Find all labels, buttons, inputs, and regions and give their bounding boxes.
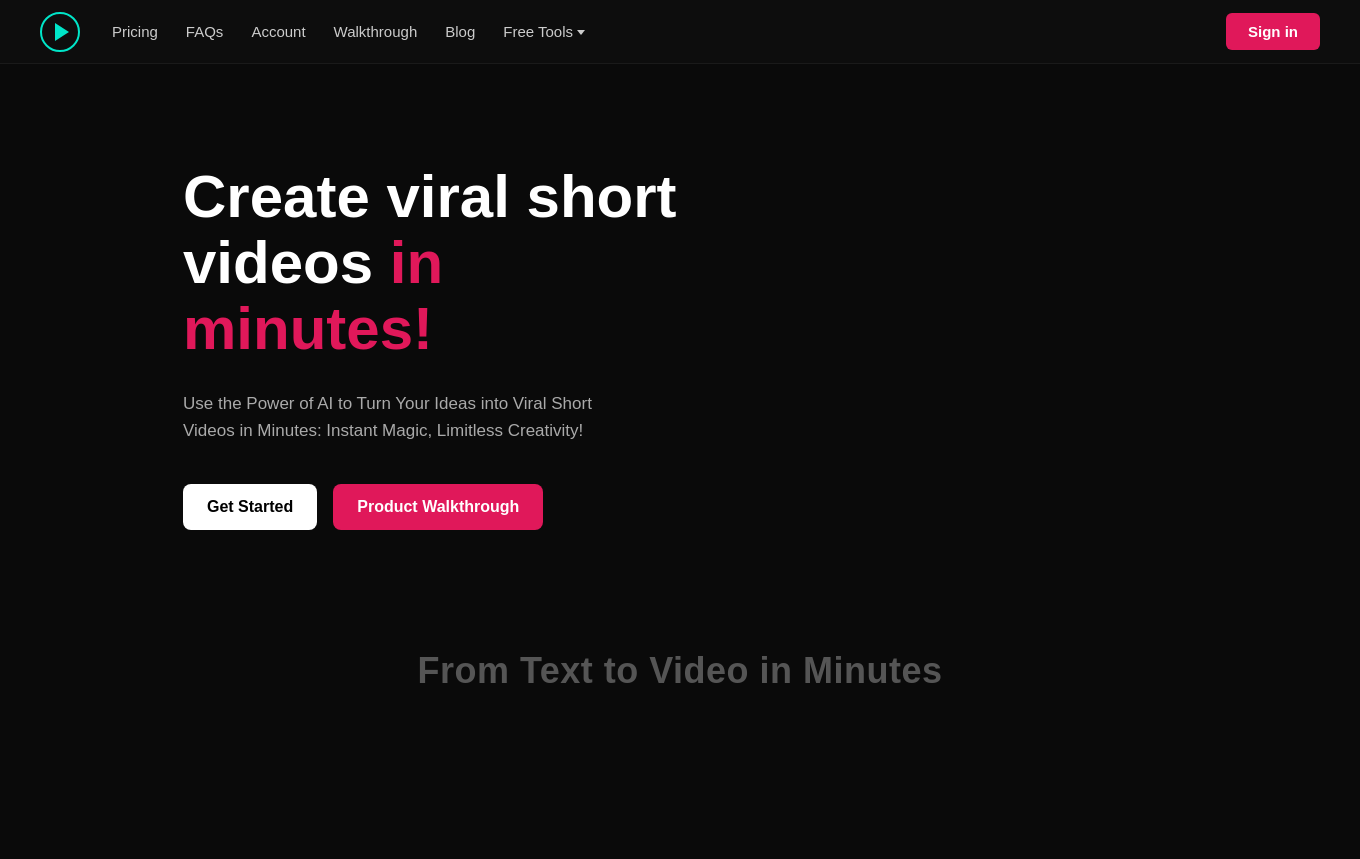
sign-in-button[interactable]: Sign in xyxy=(1226,13,1320,50)
bottom-title: From Text to Video in Minutes xyxy=(0,650,1360,692)
hero-buttons: Get Started Product Walkthrough xyxy=(183,484,700,530)
nav-item-walkthrough[interactable]: Walkthrough xyxy=(334,23,418,41)
hero-subtitle: Use the Power of AI to Turn Your Ideas i… xyxy=(183,390,623,444)
nav-item-blog[interactable]: Blog xyxy=(445,23,475,41)
nav-left: Pricing FAQs Account Walkthrough Blog Fr… xyxy=(40,12,585,52)
free-tools-link[interactable]: Free Tools xyxy=(503,23,573,40)
pricing-link[interactable]: Pricing xyxy=(112,23,158,40)
navbar: Pricing FAQs Account Walkthrough Blog Fr… xyxy=(0,0,1360,64)
nav-links: Pricing FAQs Account Walkthrough Blog Fr… xyxy=(112,23,585,41)
free-tools-dropdown[interactable]: Free Tools xyxy=(503,23,585,40)
nav-item-account[interactable]: Account xyxy=(251,23,305,41)
nav-item-faqs[interactable]: FAQs xyxy=(186,23,224,41)
hero-section: Create viral short videos in minutes! Us… xyxy=(0,64,700,590)
logo[interactable] xyxy=(40,12,80,52)
blog-link[interactable]: Blog xyxy=(445,23,475,40)
walkthrough-link[interactable]: Walkthrough xyxy=(334,23,418,40)
product-walkthrough-button[interactable]: Product Walkthrough xyxy=(333,484,543,530)
account-link[interactable]: Account xyxy=(251,23,305,40)
hero-title: Create viral short videos in minutes! xyxy=(183,164,700,362)
bottom-section: From Text to Video in Minutes xyxy=(0,590,1360,732)
nav-item-free-tools[interactable]: Free Tools xyxy=(503,23,585,40)
play-icon xyxy=(55,23,69,41)
get-started-button[interactable]: Get Started xyxy=(183,484,317,530)
faqs-link[interactable]: FAQs xyxy=(186,23,224,40)
chevron-down-icon xyxy=(577,30,585,35)
nav-item-pricing[interactable]: Pricing xyxy=(112,23,158,41)
